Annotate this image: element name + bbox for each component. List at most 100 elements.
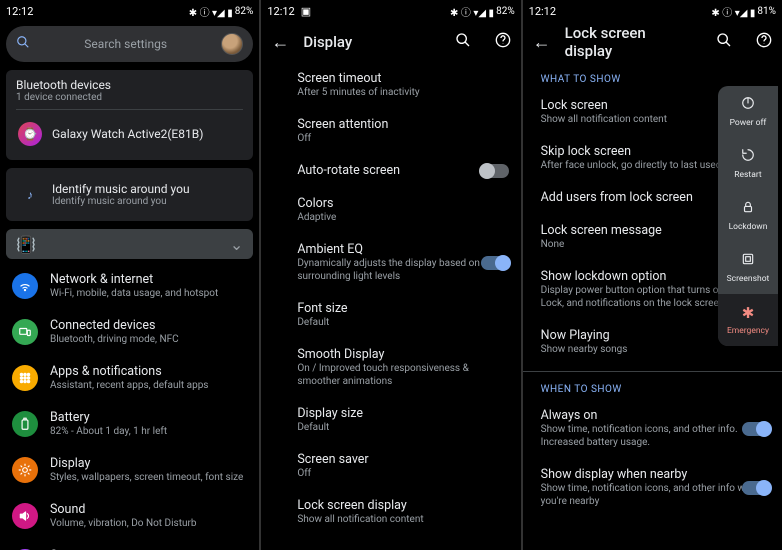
emergency-icon: ✱ xyxy=(742,304,755,322)
power-menu-label: Power off xyxy=(730,118,767,128)
item-title: Network & internet xyxy=(50,272,247,287)
item-title: Show display when nearby xyxy=(541,467,772,482)
page-title: Display xyxy=(303,33,430,51)
screenshot-icon xyxy=(741,252,755,270)
power-menu-screenshot[interactable]: Screenshot xyxy=(718,242,778,294)
lockscreen-item[interactable]: Show display when nearbyShow time, notif… xyxy=(541,458,772,517)
back-button[interactable]: ← xyxy=(271,32,289,53)
bluetooth-card[interactable]: Bluetooth devices 1 device connected ⌚ G… xyxy=(6,70,253,160)
power-menu-restart[interactable]: Restart xyxy=(718,138,778,190)
settings-item-network-internet[interactable]: Network & internet Wi-Fi, mobile, data u… xyxy=(0,263,259,309)
search-placeholder: Search settings xyxy=(40,37,211,51)
settings-item-battery[interactable]: Battery 82% - About 1 day, 1 hr left xyxy=(0,401,259,447)
power-menu: Power off Restart LockdownScreenshot ✱ Emerg… xyxy=(718,86,778,346)
sound-icon xyxy=(12,503,38,529)
display-item[interactable]: Auto-rotate screen xyxy=(297,154,510,187)
item-title: Screen timeout xyxy=(297,71,510,86)
display-item[interactable]: Lock screen displayShow all notification… xyxy=(297,489,510,535)
battery-percent: 81% xyxy=(757,6,776,17)
display-list: Screen timeoutAfter 5 minutes of inactiv… xyxy=(261,62,520,550)
settings-item-display[interactable]: Display Styles, wallpapers, screen timeo… xyxy=(0,447,259,493)
help-button[interactable] xyxy=(495,32,511,52)
power-menu-lockdown[interactable]: Lockdown xyxy=(718,190,778,242)
display-item[interactable]: ColorsAdaptive xyxy=(297,187,510,233)
settings-item-connected-devices[interactable]: Connected devices Bluetooth, driving mod… xyxy=(0,309,259,355)
item-sub: After 5 minutes of inactivity xyxy=(297,86,510,99)
status-bar: 12:12 ✱ ⓘ ▾◢ ▮ 81% xyxy=(523,0,782,22)
apps-icon xyxy=(12,365,38,391)
power-menu-power-off[interactable]: Power off xyxy=(718,86,778,138)
watch-icon: ⌚ xyxy=(18,122,42,146)
watch-title: Galaxy Watch Active2(E81B) xyxy=(52,127,241,141)
item-sub: Styles, wallpapers, screen timeout, font… xyxy=(50,471,247,484)
battery-percent: 82% xyxy=(496,6,515,17)
toggle-switch[interactable] xyxy=(481,256,509,270)
item-sub: Assistant, recent apps, default apps xyxy=(50,379,247,392)
toggle-switch[interactable] xyxy=(481,164,509,178)
settings-item-sound[interactable]: Sound Volume, vibration, Do Not Disturb xyxy=(0,493,259,539)
power-menu-emergency[interactable]: ✱ Emergency xyxy=(718,294,778,346)
display-item[interactable]: Smooth DisplayOn / Improved touch respon… xyxy=(297,338,510,397)
display-item[interactable]: Screen timeoutAfter 5 minutes of inactiv… xyxy=(297,62,510,108)
lockscreen-display-panel: 12:12 ✱ ⓘ ▾◢ ▮ 81% ← Lock screen display… xyxy=(523,0,782,550)
search-settings-bar[interactable]: Search settings xyxy=(6,26,253,62)
display-item[interactable]: Font sizeDefault xyxy=(297,292,510,338)
music-title: Identify music around you xyxy=(52,182,241,196)
search-button[interactable] xyxy=(455,32,471,52)
profile-avatar[interactable] xyxy=(221,33,243,55)
search-icon xyxy=(16,35,30,53)
battery-icon xyxy=(12,411,38,437)
display-item[interactable]: Ambient EQDynamically adjusts the displa… xyxy=(297,233,510,292)
display-settings-panel: 12:12 ▣ ✱ ⓘ ▾◢ ▮ 82% ← Display Screen ti… xyxy=(261,0,520,550)
display-item[interactable]: Screen saverOff xyxy=(297,443,510,489)
item-title: Smooth Display xyxy=(297,347,510,362)
screenshot-indicator-icon: ▣ xyxy=(301,5,311,18)
item-sub: On / Improved touch responsiveness & smo… xyxy=(297,362,510,388)
help-button[interactable] xyxy=(756,32,772,52)
status-bar: 12:12 ✱ ⓘ ▾◢ ▮ 82% xyxy=(0,0,259,22)
item-title: Screen attention xyxy=(297,117,510,132)
back-button[interactable]: ← xyxy=(533,32,551,53)
toggle-switch[interactable] xyxy=(742,422,770,436)
settings-item-storage[interactable]: Storage 36% used - 41.11 GB free xyxy=(0,539,259,550)
item-title: Ambient EQ xyxy=(297,242,510,257)
item-title: Sound xyxy=(50,502,247,517)
app-bar: ← Lock screen display xyxy=(523,22,782,62)
page-title: Lock screen display xyxy=(565,24,692,60)
settings-root-panel: 12:12 ✱ ⓘ ▾◢ ▮ 82% Search settings Bluet… xyxy=(0,0,259,550)
status-bar: 12:12 ▣ ✱ ⓘ ▾◢ ▮ 82% xyxy=(261,0,520,22)
item-title: Apps & notifications xyxy=(50,364,247,379)
item-title: Battery xyxy=(50,410,247,425)
display-icon xyxy=(12,457,38,483)
item-title: Always on xyxy=(541,408,772,423)
bluetooth-sub: 1 device connected xyxy=(16,92,243,103)
item-sub: Default xyxy=(297,316,510,329)
search-button[interactable] xyxy=(716,32,732,52)
watch-row[interactable]: ⌚ Galaxy Watch Active2(E81B) xyxy=(16,116,243,152)
music-id-card[interactable]: ♪ Identify music around you Identify mus… xyxy=(6,168,253,221)
toggle-switch[interactable] xyxy=(742,481,770,495)
restart-icon xyxy=(741,148,755,166)
power-menu-label: Emergency xyxy=(727,326,769,336)
item-sub: Volume, vibration, Do Not Disturb xyxy=(50,517,247,530)
clock: 12:12 xyxy=(6,5,33,18)
power-menu-label: Restart xyxy=(734,170,761,180)
status-icons: ✱ ⓘ ▾◢ ▮ xyxy=(189,4,233,19)
settings-item-apps-notifications[interactable]: Apps & notifications Assistant, recent a… xyxy=(0,355,259,401)
wifi-icon xyxy=(12,273,38,299)
section-header: WHAT TO SHOW xyxy=(541,62,772,89)
item-sub: 82% - About 1 day, 1 hr left xyxy=(50,425,247,438)
status-icons: ✱ ⓘ ▾◢ ▮ xyxy=(711,4,755,19)
item-title: Colors xyxy=(297,196,510,211)
display-item[interactable]: Screen attentionOff xyxy=(297,108,510,154)
lockscreen-item[interactable]: Always onShow time, notification icons, … xyxy=(541,399,772,458)
music-note-icon: ♪ xyxy=(18,183,42,207)
bluetooth-title: Bluetooth devices xyxy=(16,78,243,92)
item-sub: Dynamically adjusts the display based on… xyxy=(297,257,510,283)
item-title: Connected devices xyxy=(50,318,247,333)
vibration-quick-row[interactable]: 📳 ⌄ xyxy=(6,229,253,259)
item-sub: Off xyxy=(297,132,510,145)
display-item[interactable]: Display sizeDefault xyxy=(297,397,510,443)
music-sub: Identify music around you xyxy=(52,196,241,207)
app-bar: ← Display xyxy=(261,22,520,62)
